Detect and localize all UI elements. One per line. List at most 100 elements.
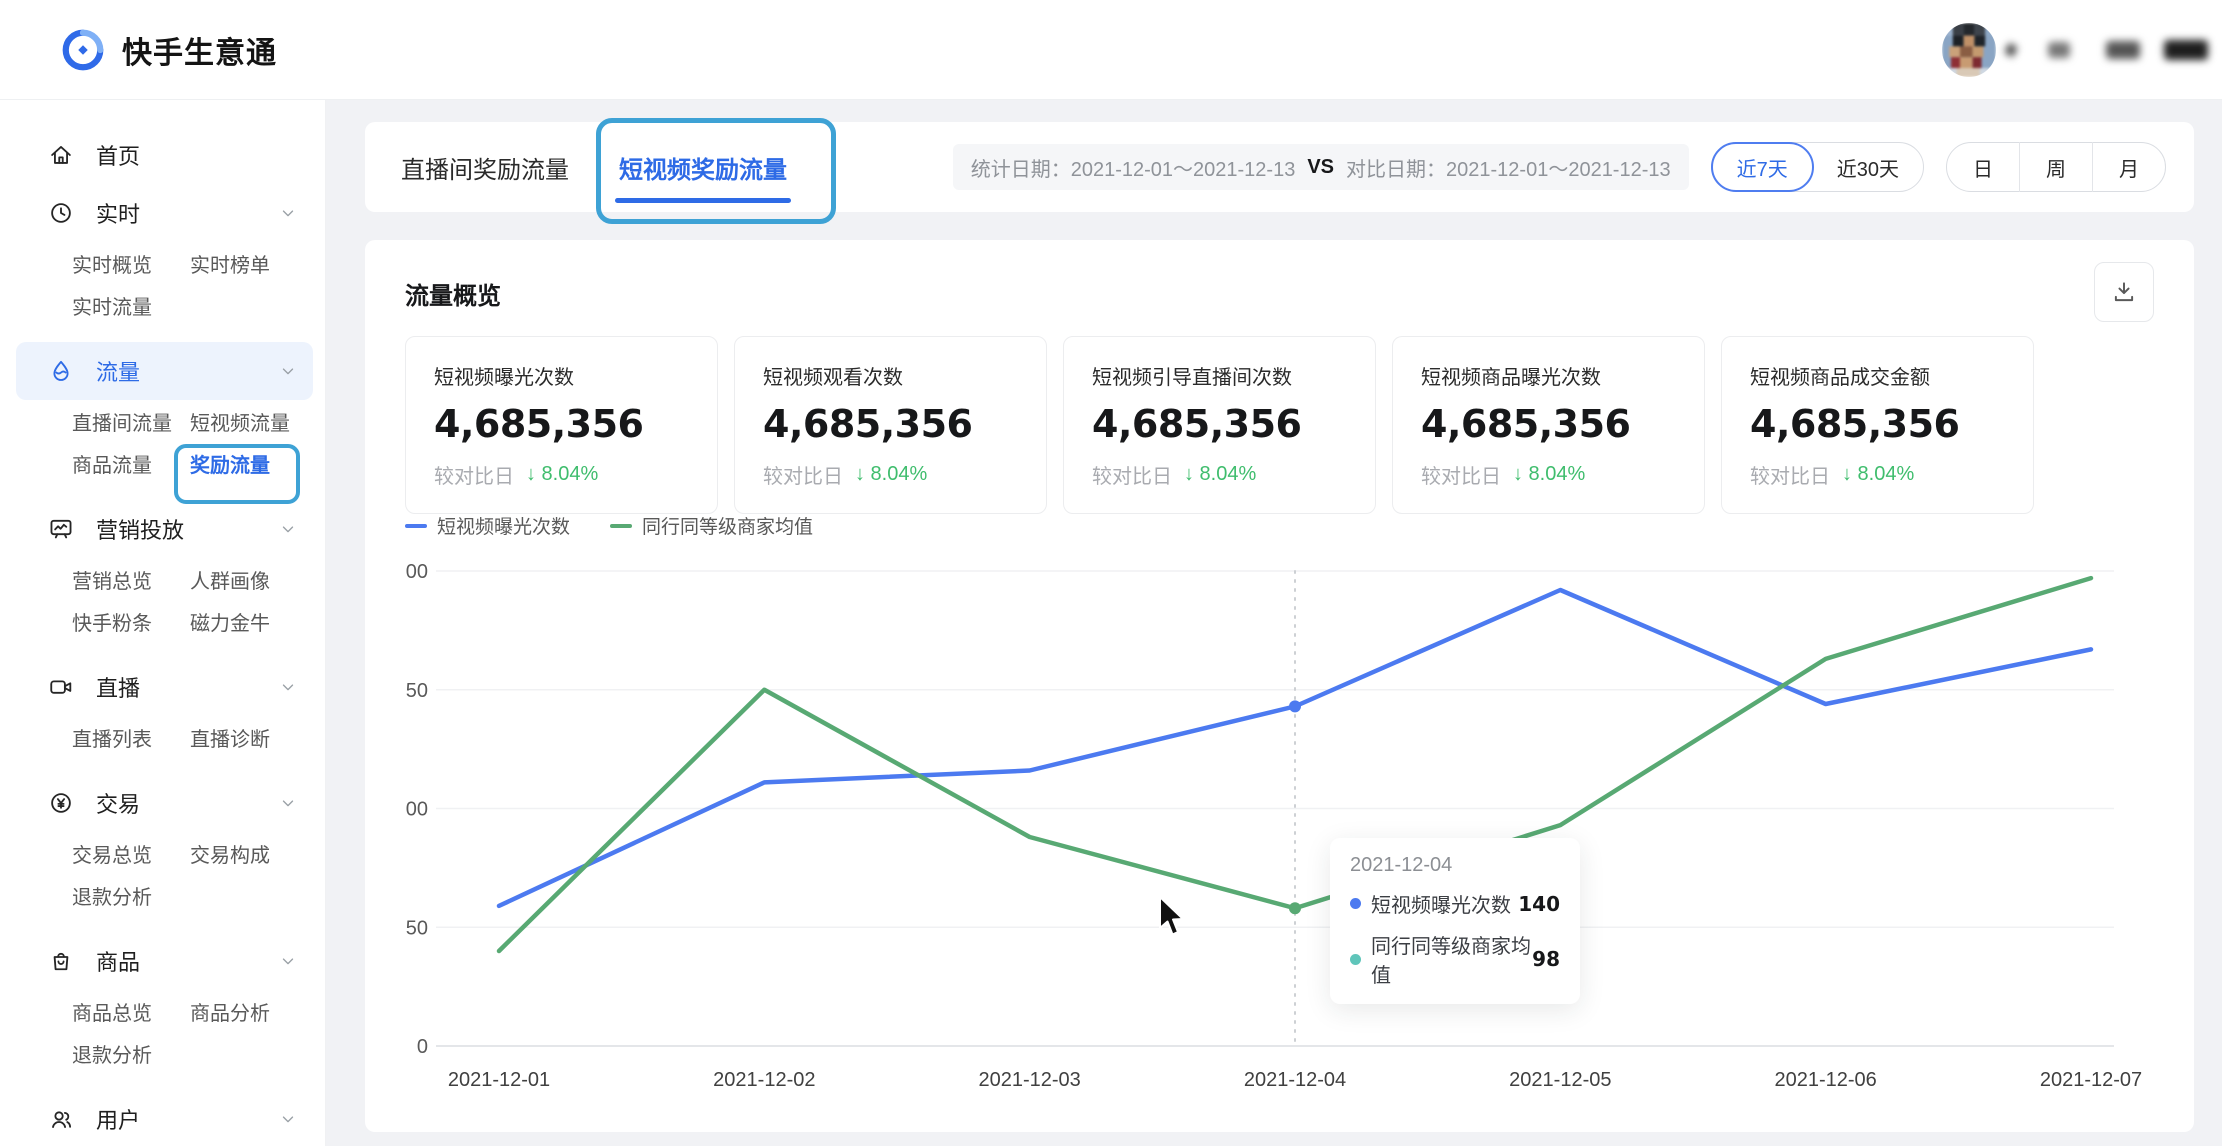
sidebar-subitem-退款分析[interactable]: 退款分析	[72, 874, 190, 916]
sidebar-subitems: 直播列表 直播诊断	[0, 716, 313, 758]
sidebar-subitem-商品分析[interactable]: 商品分析	[190, 990, 313, 1032]
sidebar-subitem-商品流量[interactable]: 商品流量	[72, 442, 190, 484]
chevron-down-icon[interactable]	[279, 794, 297, 812]
sidebar-subitem-商品总览[interactable]: 商品总览	[72, 990, 190, 1032]
sidebar-item-直播[interactable]: 直播	[0, 658, 313, 716]
svg-text:2021-12-05: 2021-12-05	[1509, 1069, 1611, 1091]
sidebar-item-label: 营销投放	[96, 518, 185, 543]
chevron-down-icon[interactable]	[279, 204, 297, 222]
sidebar-item-商品[interactable]: 商品	[0, 932, 313, 990]
clock-icon	[48, 200, 74, 226]
range-button-近7天[interactable]: 近7天	[1710, 142, 1814, 192]
download-button[interactable]	[2094, 262, 2154, 322]
sidebar-subitem-实时流量[interactable]: 实时流量	[72, 284, 190, 326]
stat-value: 4,685,356	[1750, 402, 1960, 446]
chevron-down-icon[interactable]	[279, 1110, 297, 1128]
vs-label: VS	[1307, 155, 1335, 178]
sidebar-item-交易[interactable]: 交易	[0, 774, 313, 832]
legend-label: 短视频曝光次数	[437, 517, 571, 538]
stat-date-label: 统计日期：	[970, 158, 1071, 181]
sidebar-nav: 首页实时实时概览 实时榜单 实时流量流量直播间流量 短视频流量 商品流量 奖励流量营销投放…	[0, 100, 326, 1146]
sidebar-item-label: 实时	[96, 202, 141, 227]
chevron-down-icon[interactable]	[279, 678, 297, 696]
chevron-down-icon[interactable]	[279, 952, 297, 970]
sidebar-item-label: 交易	[96, 792, 141, 817]
sidebar-subitem-交易总览[interactable]: 交易总览	[72, 832, 190, 874]
sidebar-item-label: 流量	[96, 360, 141, 385]
legend-item-短视频曝光次数[interactable]: 短视频曝光次数	[405, 512, 570, 539]
range-button-group: 近7天 近30天	[1710, 142, 1924, 192]
delta-value: ↓ 8.04%	[1184, 463, 1257, 485]
stat-delta: 较对比日 ↓ 8.04%	[1421, 460, 1676, 489]
sidebar-subitem-快手粉条[interactable]: 快手粉条	[72, 600, 190, 642]
stat-value: 4,685,356	[1421, 402, 1631, 446]
compare-label: 较对比日	[1421, 466, 1501, 488]
compare-label: 较对比日	[1092, 466, 1172, 488]
svg-text:2021-12-04: 2021-12-04	[1244, 1069, 1346, 1091]
tab-直播间奖励流量[interactable]: 直播间奖励流量	[401, 122, 569, 212]
sidebar-subitem-交易构成[interactable]: 交易构成	[190, 832, 313, 874]
marketing-icon	[48, 516, 74, 542]
sidebar-subitem-退款分析[interactable]: 退款分析	[72, 1032, 190, 1074]
svg-text:2021-12-06: 2021-12-06	[1775, 1069, 1877, 1091]
sidebar-item-首页[interactable]: 首页	[0, 126, 313, 184]
stat-card-短视频商品曝光次数[interactable]: 短视频商品曝光次数 4,685,356 较对比日 ↓ 8.04%	[1392, 336, 1705, 514]
stat-card-短视频观看次数[interactable]: 短视频观看次数 4,685,356 较对比日 ↓ 8.04%	[734, 336, 1047, 514]
user-name-redacted	[2048, 41, 2070, 58]
stat-value: 4,685,356	[763, 402, 973, 446]
sidebar-subitem-人群画像[interactable]: 人群画像	[190, 558, 313, 600]
stat-card-短视频商品成交金额[interactable]: 短视频商品成交金额 4,685,356 较对比日 ↓ 8.04%	[1721, 336, 2034, 514]
tab-短视频奖励流量[interactable]: 短视频奖励流量	[619, 122, 787, 212]
stat-delta: 较对比日 ↓ 8.04%	[763, 460, 1018, 489]
compare-label: 较对比日	[1750, 466, 1830, 488]
sidebar-item-实时[interactable]: 实时	[0, 184, 313, 242]
legend-item-同行同等级商家均值[interactable]: 同行同等级商家均值	[610, 512, 813, 539]
chevron-down-icon[interactable]	[279, 362, 297, 380]
legend-label: 同行同等级商家均值	[642, 517, 814, 538]
svg-text:50: 50	[406, 917, 428, 939]
tooltip-series-label: 同行同等级商家均值	[1371, 936, 1531, 987]
svg-text:2021-12-01: 2021-12-01	[448, 1069, 550, 1091]
filter-bar: 统计日期： 2021-12-01～2021-12-13 VS 对比日期： 202…	[952, 142, 2166, 192]
sidebar-subitems: 交易总览 交易构成 退款分析	[0, 832, 313, 916]
sidebar-subitem-营销总览[interactable]: 营销总览	[72, 558, 190, 600]
sidebar-subitem-实时概览[interactable]: 实时概览	[72, 242, 190, 284]
kuaishou-logo-icon	[62, 29, 104, 70]
svg-text:2021-12-03: 2021-12-03	[979, 1069, 1081, 1091]
granularity-button-周[interactable]: 周	[2019, 142, 2092, 192]
svg-text:150: 150	[405, 680, 428, 702]
top-navbar: 快手生意通	[0, 0, 2222, 100]
sidebar-subitem-短视频流量[interactable]: 短视频流量	[190, 400, 313, 442]
user-area[interactable]	[1942, 22, 2208, 77]
avatar[interactable]	[1942, 22, 1996, 77]
stat-card-row: 短视频曝光次数 4,685,356 较对比日 ↓ 8.04% 短视频观看次数 4,685,…	[405, 336, 2154, 514]
sidebar-subitem-直播列表[interactable]: 直播列表	[72, 716, 190, 758]
stat-card-短视频引导直播间次数[interactable]: 短视频引导直播间次数 4,685,356 较对比日 ↓ 8.04%	[1063, 336, 1376, 514]
granularity-button-月[interactable]: 月	[2092, 142, 2165, 192]
range-button-近30天[interactable]: 近30天	[1813, 142, 1923, 192]
section-title: 流量概览	[405, 283, 501, 310]
yuan-icon	[48, 790, 74, 816]
granularity-button-日[interactable]: 日	[1947, 142, 2019, 192]
stat-title: 短视频引导直播间次数	[1092, 367, 1292, 389]
sidebar-item-流量[interactable]: 流量	[16, 342, 313, 400]
stat-title: 短视频观看次数	[763, 367, 903, 389]
delta-value: ↓ 8.04%	[526, 463, 599, 485]
sidebar-subitem-实时榜单[interactable]: 实时榜单	[190, 242, 313, 284]
chevron-down-icon[interactable]	[279, 520, 297, 538]
user-name-redacted	[2106, 40, 2140, 59]
sidebar-subitem-直播间流量[interactable]: 直播间流量	[72, 400, 190, 442]
sidebar-subitem-直播诊断[interactable]: 直播诊断	[190, 716, 313, 758]
stat-card-短视频曝光次数[interactable]: 短视频曝光次数 4,685,356 较对比日 ↓ 8.04%	[405, 336, 718, 514]
sidebar-item-用户[interactable]: 用户	[0, 1090, 313, 1146]
date-range-display[interactable]: 统计日期： 2021-12-01～2021-12-13 VS 对比日期： 202…	[952, 144, 1689, 190]
tooltip-row-短视频曝光次数: 短视频曝光次数 140	[1350, 889, 1560, 918]
sidebar-subitem-奖励流量[interactable]: 奖励流量	[190, 442, 313, 484]
sidebar-item-营销投放[interactable]: 营销投放	[0, 500, 313, 558]
water-drop-icon	[48, 358, 74, 384]
traffic-overview-card: 流量概览 短视频曝光次数 4,685,356 较对比日 ↓ 8.04% 短视频观看次数 4…	[365, 240, 2194, 1132]
sidebar-item-label: 商品	[96, 950, 141, 975]
tooltip-series-value: 140	[1518, 891, 1560, 916]
sidebar-subitem-磁力金牛[interactable]: 磁力金牛	[190, 600, 313, 642]
tooltip-date: 2021-12-04	[1350, 854, 1453, 876]
